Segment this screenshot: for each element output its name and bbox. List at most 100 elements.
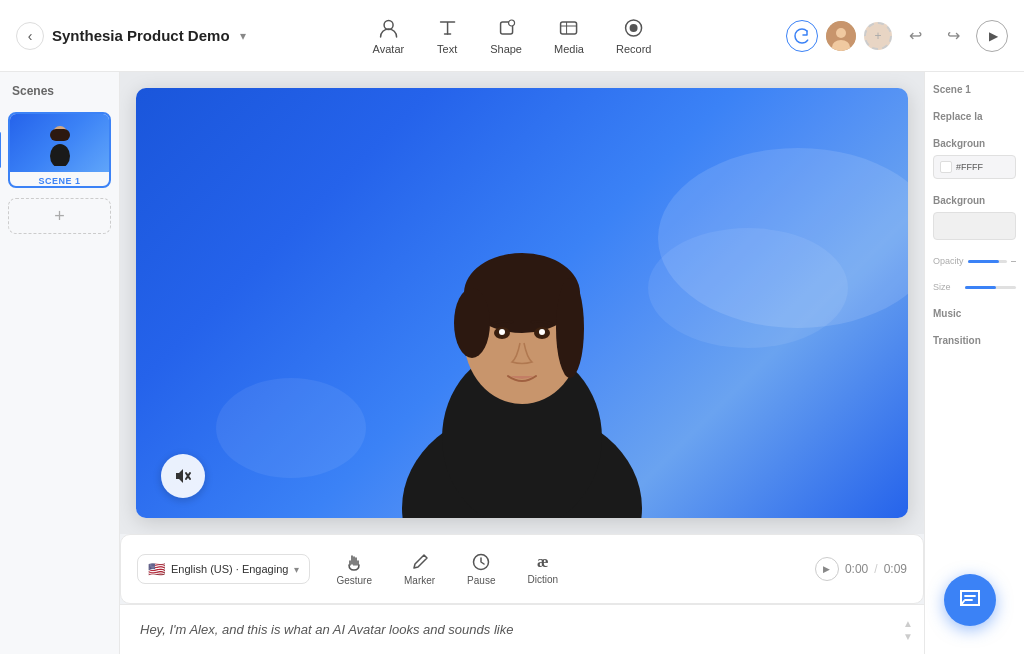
script-area: Hey, I'm Alex, and this is what an AI Av… (120, 604, 924, 654)
transition-label: Transition (933, 335, 1016, 346)
current-time: 0:00 (845, 562, 868, 576)
size-slider[interactable] (965, 286, 1016, 289)
script-fade (794, 605, 894, 654)
bg-color-label: Backgroun (933, 138, 1016, 149)
nav-left: ‹ Synthesia Product Demo ▾ (16, 22, 246, 50)
mute-button[interactable] (161, 454, 205, 498)
music-label: Music (933, 308, 1016, 319)
marker-label: Marker (404, 575, 435, 586)
svg-point-0 (384, 20, 393, 29)
size-label: Size (933, 282, 961, 292)
toolbar-text[interactable]: Text (422, 11, 472, 61)
preview-play-button[interactable]: ▶ (976, 20, 1008, 52)
scene-1-item[interactable]: SCENE 1 (8, 112, 111, 188)
bg-color-picker[interactable]: #FFFF (933, 155, 1016, 179)
bg-image-section: Backgroun (933, 195, 1016, 240)
record-icon (623, 17, 645, 39)
main-body: Scenes SCENE 1 + (0, 72, 1024, 654)
svg-point-2 (508, 20, 514, 26)
bg-color-value: #FFFF (956, 162, 983, 172)
total-time: 0:09 (884, 562, 907, 576)
right-panel: Scene 1 Replace la Backgroun #FFFF Backg… (924, 72, 1024, 654)
avatar-label: Avatar (373, 43, 405, 55)
svg-point-17 (454, 288, 490, 358)
pause-icon (471, 552, 491, 572)
project-title: Synthesia Product Demo (52, 27, 230, 44)
svg-rect-3 (561, 22, 577, 34)
svg-point-10 (50, 144, 70, 166)
opacity-row: Opacity – (933, 256, 1016, 266)
media-icon (558, 17, 580, 39)
time-display: ▶ 0:00 / 0:09 (815, 557, 907, 581)
text-label: Text (437, 43, 457, 55)
scene-item-wrapper: SCENE 1 (8, 112, 111, 188)
opacity-section: Opacity – (933, 256, 1016, 266)
color-dot (940, 161, 952, 173)
chat-fab-button[interactable] (944, 574, 996, 626)
svg-rect-11 (50, 129, 70, 141)
music-section: Music (933, 308, 1016, 319)
pause-tool[interactable]: Pause (453, 546, 509, 592)
svg-point-18 (556, 278, 584, 378)
scroll-down-icon[interactable]: ▼ (903, 631, 913, 642)
script-text[interactable]: Hey, I'm Alex, and this is what an AI Av… (140, 622, 513, 637)
transition-section: Transition (933, 335, 1016, 346)
sync-button[interactable] (786, 20, 818, 52)
language-selector[interactable]: 🇺🇸 English (US) · Engaging ▾ (137, 554, 310, 584)
center-toolbar: Avatar Text Shape Media (359, 11, 666, 61)
flag-icon: 🇺🇸 (148, 561, 165, 577)
back-button[interactable]: ‹ (16, 22, 44, 50)
center-area: 🇺🇸 English (US) · Engaging ▾ Gesture Mar… (120, 72, 924, 654)
scene-1-thumbnail (10, 114, 109, 172)
language-label: English (US) · Engaging (171, 563, 288, 575)
active-scene-indicator (0, 132, 1, 168)
scene-1-label: SCENE 1 (10, 176, 109, 186)
pause-label: Pause (467, 575, 495, 586)
script-scroll: ▲ ▼ (900, 605, 916, 654)
language-dropdown-icon: ▾ (294, 564, 299, 575)
canvas-area (120, 72, 924, 534)
bg-color-section: Backgroun #FFFF (933, 138, 1016, 179)
redo-button[interactable]: ↪ (938, 21, 968, 51)
nav-right: + ↩ ↪ ▶ (786, 20, 1008, 52)
toolbar-avatar[interactable]: Avatar (359, 11, 419, 61)
play-icon: ▶ (989, 29, 998, 43)
replace-label: Replace la (933, 111, 1016, 122)
diction-icon: æ (537, 553, 549, 571)
undo-button[interactable]: ↩ (900, 21, 930, 51)
toolbar-media[interactable]: Media (540, 11, 598, 61)
opacity-label: Opacity (933, 256, 964, 266)
record-label: Record (616, 43, 651, 55)
add-scene-button[interactable]: + (8, 198, 111, 234)
bg-shape-3 (216, 378, 366, 478)
play-small-button[interactable]: ▶ (815, 557, 839, 581)
marker-tool[interactable]: Marker (390, 546, 449, 592)
toolbar-record[interactable]: Record (602, 11, 665, 61)
scroll-up-icon[interactable]: ▲ (903, 618, 913, 629)
title-dropdown-icon[interactable]: ▾ (240, 29, 246, 43)
scene-name-section: Scene 1 (933, 84, 1016, 95)
collaborator-avatar[interactable]: + (864, 22, 892, 50)
media-label: Media (554, 43, 584, 55)
toolbar-shape[interactable]: Shape (476, 11, 536, 61)
mute-icon (173, 466, 193, 486)
replace-section: Replace la (933, 111, 1016, 122)
size-section: Size (933, 282, 1016, 292)
bg-image-picker[interactable] (933, 212, 1016, 240)
scenes-title: Scenes (8, 84, 111, 98)
shape-label: Shape (490, 43, 522, 55)
size-row: Size (933, 282, 1016, 292)
user-avatar[interactable] (826, 21, 856, 51)
gesture-icon (344, 552, 364, 572)
bg-image-label: Backgroun (933, 195, 1016, 206)
top-nav: ‹ Synthesia Product Demo ▾ Avatar Text (0, 0, 1024, 72)
opacity-slider[interactable] (968, 260, 1007, 263)
scene-name-label: Scene 1 (933, 84, 1016, 95)
bottom-toolbar: 🇺🇸 English (US) · Engaging ▾ Gesture Mar… (120, 534, 924, 604)
svg-point-7 (836, 28, 846, 38)
gesture-tool[interactable]: Gesture (322, 546, 386, 592)
chat-fab-icon (957, 587, 983, 613)
diction-tool[interactable]: æ Diction (513, 547, 572, 591)
video-canvas[interactable] (136, 88, 908, 518)
marker-icon (410, 552, 430, 572)
